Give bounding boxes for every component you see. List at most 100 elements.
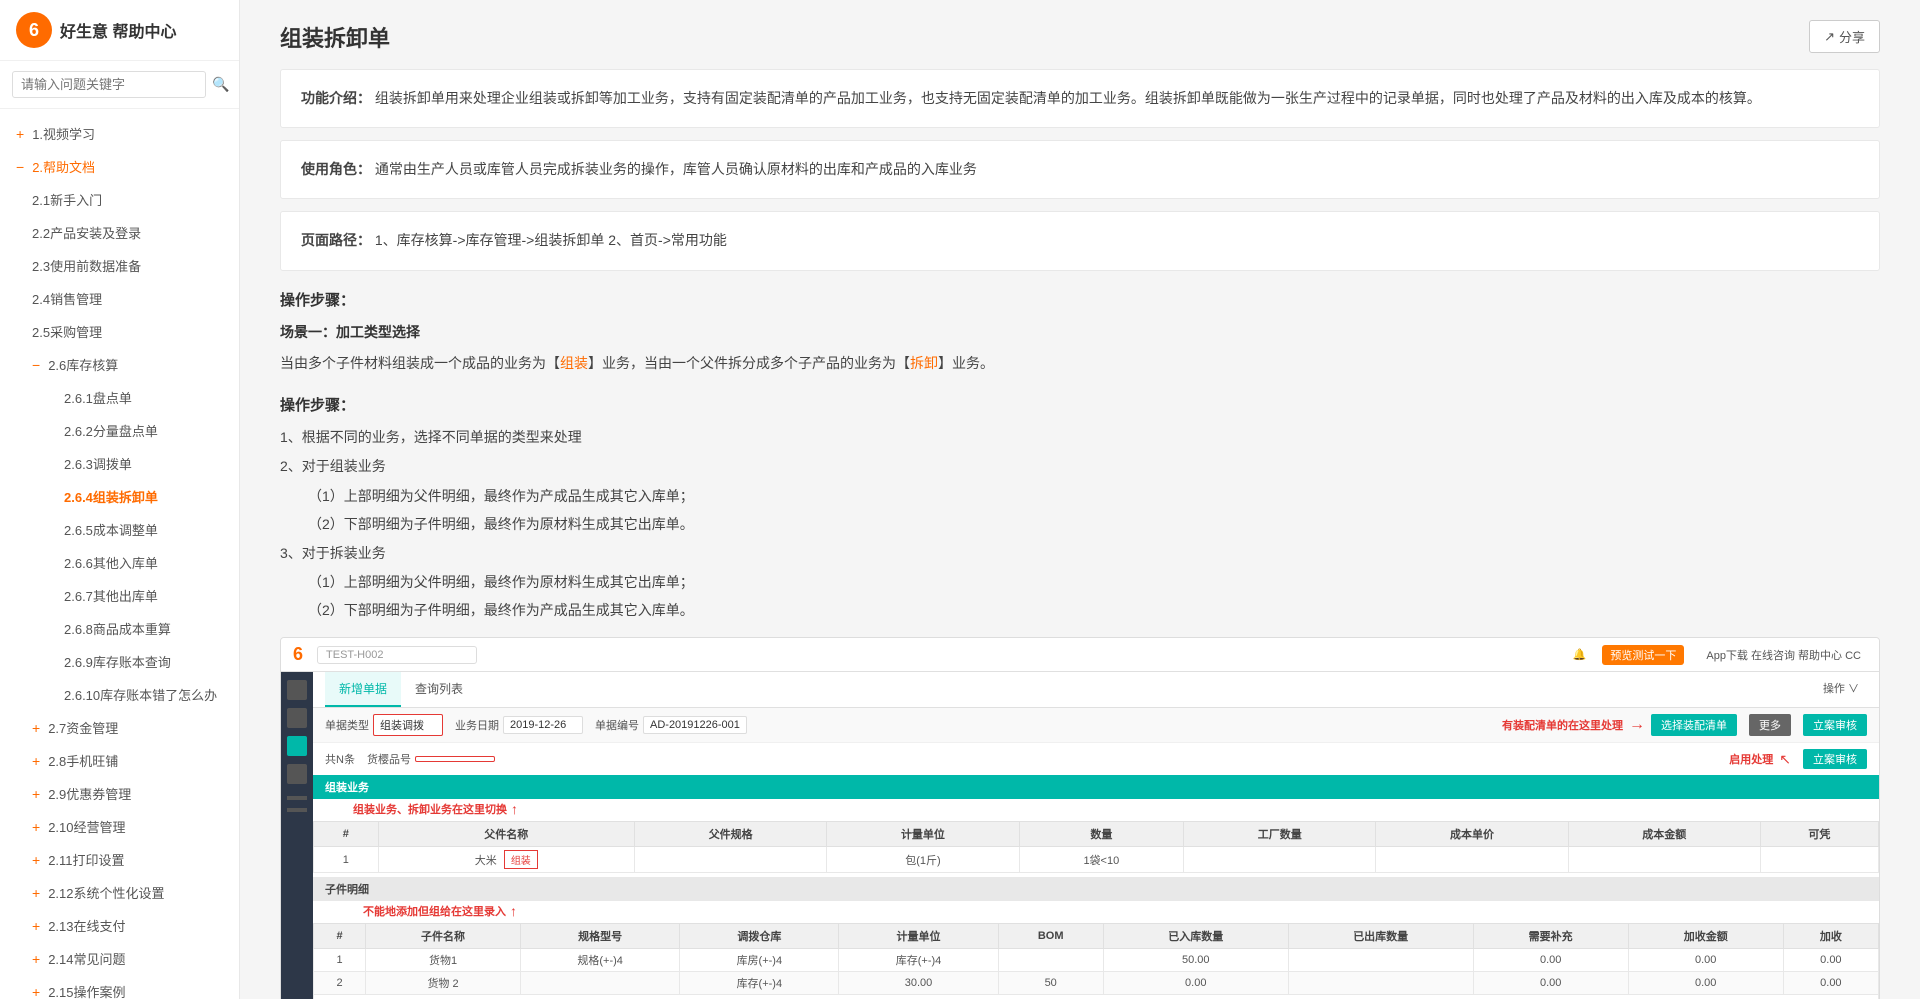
sidebar-item-sales[interactable]: 2.4销售管理 <box>0 282 239 315</box>
mock-annotation4-area: 不能地添加但组给在这里录入 ↑ <box>363 903 517 919</box>
mock-confirm-btn[interactable]: 立案审核 <box>1803 749 1867 769</box>
mock-body: 新增单据 查询列表 操作 ∨ 单据类型 组装调拨 <box>281 672 1879 999</box>
mock-num-value[interactable]: AD-20191226-001 <box>643 716 747 734</box>
step-list: 1、根据不同的业务，选择不同单据的类型来处理 2、对于组装业务 （1）上部明细为… <box>280 425 1880 623</box>
mock-th-amount: 成本金额 <box>1568 822 1760 847</box>
payment-expand-icon: + <box>32 918 40 934</box>
mock-search: TEST-H002 <box>317 646 477 664</box>
sidebar-item-outother[interactable]: 2.6.7其他出库单 <box>16 579 239 612</box>
mock-table1-red-box: 组装 <box>504 850 538 869</box>
path-text: 1、库存核算->库存管理->组装拆卸单 2、首页->常用功能 <box>375 232 727 248</box>
nav-tree: + 1.视频学习 − 2.帮助文档 2.1新手入门 2.2产品安装及登录 2.3… <box>0 109 239 999</box>
intro-text: 组装拆卸单用来处理企业组装或拆卸等加工业务，支持有固定装配清单的产品加工业务，也… <box>375 90 1761 106</box>
path-card: 页面路径： 1、库存核算->库存管理->组装拆卸单 2、首页->常用功能 <box>280 211 1880 270</box>
docs-subnav: 2.1新手入门 2.2产品安装及登录 2.3使用前数据准备 2.4销售管理 2.… <box>0 183 239 999</box>
screenshot-container: 6 TEST-H002 🔔 预览测试一下 App下载 在线咨询 帮助中心 CC <box>280 637 1880 999</box>
sidebar-item-mobile[interactable]: + 2.8手机旺铺 <box>0 744 239 777</box>
mock-topbar: 6 TEST-H002 🔔 预览测试一下 App下载 在线咨询 帮助中心 CC <box>281 638 1879 672</box>
mock-th-price: 成本单价 <box>1376 822 1568 847</box>
mock-t2-r1-collect: 0.00 <box>1783 949 1878 972</box>
system-expand-icon: + <box>32 885 40 901</box>
sidebar-item-inventory[interactable]: − 2.6库存核算 <box>0 348 239 381</box>
sidebar-item-prepare[interactable]: 2.3使用前数据准备 <box>0 249 239 282</box>
cases-expand-icon: + <box>32 984 40 999</box>
sidebar-item-finance[interactable]: + 2.7资金管理 <box>0 711 239 744</box>
step-2-sub1: （1）上部明细为父件明细，最终作为产成品生成其它入库单； <box>308 484 1880 509</box>
mock-table2-header: # 子件名称 规格型号 调拨仓库 计量单位 BOM 已入库数量 已出库数量 需要 <box>314 924 1879 949</box>
coupon-expand-icon: + <box>32 786 40 802</box>
sidebar-item-install[interactable]: 2.2产品安装及登录 <box>0 216 239 249</box>
mock-tab-list[interactable]: 查询列表 <box>401 672 477 707</box>
mock-arrow3: ↖ <box>1779 751 1791 768</box>
sidebar-item-cost[interactable]: 2.6.5成本调整单 <box>16 513 239 546</box>
mock-t2-r1-name: 货物1 <box>366 949 521 972</box>
step-3: 3、对于拆装业务 <box>280 541 1880 566</box>
sidebar-item-inother[interactable]: 2.6.6其他入库单 <box>16 546 239 579</box>
mock-section1-wrapper: 组装业务 组装业务、拆卸业务在这里切换 ↑ <box>313 775 1879 799</box>
mock-sidebar-icons <box>281 672 313 999</box>
mock-th-kp: 可凭 <box>1760 822 1878 847</box>
mock-tab-new[interactable]: 新增单据 <box>325 672 401 707</box>
mock-date-value[interactable]: 2019-12-26 <box>503 716 583 734</box>
mock-t2-r1-unit: 库存(+-)4 <box>839 949 998 972</box>
sidebar-item-newcomer[interactable]: 2.1新手入门 <box>0 183 239 216</box>
mock-table1-wrapper: # 父件名称 父件规格 计量单位 数量 工厂数量 成本单价 成本金额 可凭 <box>313 799 1879 873</box>
mock-field-num: 单据编号 AD-20191226-001 <box>595 716 747 734</box>
sidebar-item-payment[interactable]: + 2.13在线支付 <box>0 909 239 942</box>
mock-type-value[interactable]: 组装调拨 <box>373 714 443 736</box>
sidebar-item-stocktake2[interactable]: 2.6.2分量盘点单 <box>16 414 239 447</box>
mock-t2-h4: 计量单位 <box>839 924 998 949</box>
mock-arrow4: ↑ <box>510 903 517 919</box>
mock-t2-h0: # <box>314 924 366 949</box>
collapse-icon: − <box>16 159 24 175</box>
mock-icon-active <box>287 736 307 756</box>
mock-annotation2-text: 组装业务、拆卸业务在这里切换 <box>353 801 507 817</box>
mock-table1-row1: 1 大米 组装 包(1斤) 1袋<10 <box>314 847 1879 873</box>
mock-type-label: 单据类型 <box>325 717 369 733</box>
sidebar-item-ops[interactable]: + 2.10经营管理 <box>0 810 239 843</box>
mock-table2-row3 <box>314 995 1879 999</box>
mock-td-amount <box>1568 847 1760 873</box>
mock-td-idx: 1 <box>314 847 379 873</box>
mock-t2-h9: 加收金额 <box>1628 924 1783 949</box>
mock-t2-r2-spec <box>521 972 680 995</box>
sidebar-item-cases[interactable]: + 2.15操作案例 <box>0 975 239 999</box>
mock-more-btn[interactable]: 更多 <box>1749 714 1791 736</box>
mock-t2-r1-idx: 1 <box>314 949 366 972</box>
mock-field-search: 货樱品号 <box>367 751 495 767</box>
mock-t2-r1-wh: 库房(+-)4 <box>680 949 839 972</box>
mock-t2-r1-bom <box>998 949 1103 972</box>
mock-action-btn[interactable]: 立案审核 <box>1803 714 1867 736</box>
sidebar-item-adjust[interactable]: 2.6.3调拨单 <box>16 447 239 480</box>
step-2: 2、对于组装业务 <box>280 454 1880 479</box>
share-button[interactable]: ↗ 分享 <box>1809 20 1880 53</box>
mock-t2-r2-unit: 30.00 <box>839 972 998 995</box>
mock-th-name: 父件名称 <box>378 822 635 847</box>
sidebar-item-stocktake[interactable]: 2.6.1盘点单 <box>16 381 239 414</box>
step-2-sub2: （2）下部明细为子件明细，最终作为原材料生成其它出库单。 <box>308 512 1880 537</box>
mock-select-btn[interactable]: 选择装配清单 <box>1651 714 1737 736</box>
mock-annotation1-text: 有装配清单的在这里处理 <box>1502 717 1623 733</box>
search-button[interactable]: 🔍 <box>206 72 235 97</box>
mock-content: 新增单据 查询列表 操作 ∨ 单据类型 组装调拨 <box>313 672 1879 999</box>
sidebar-item-ledger[interactable]: 2.6.9库存账本查询 <box>16 645 239 678</box>
scene1-desc: 当由多个子件材料组装成一个成品的业务为【组装】业务，当由一个父件拆分成多个子产品… <box>280 350 1880 377</box>
search-input[interactable] <box>12 71 206 98</box>
mock-td-kp <box>1760 847 1878 873</box>
sidebar-item-video[interactable]: + 1.视频学习 <box>0 117 239 150</box>
mock-section2-wrapper: 子件明细 不能地添加但组给在这里录入 ↑ <box>313 877 1879 901</box>
sidebar-item-coupon[interactable]: + 2.9优惠券管理 <box>0 777 239 810</box>
sidebar-item-print[interactable]: + 2.11打印设置 <box>0 843 239 876</box>
sidebar-item-system[interactable]: + 2.12系统个性化设置 <box>0 876 239 909</box>
sidebar-item-docs[interactable]: − 2.帮助文档 <box>0 150 239 183</box>
mock-field-value[interactable] <box>415 756 495 762</box>
sidebar-item-wrong[interactable]: 2.6.10库存账本错了怎么办 <box>16 678 239 711</box>
mock-preview-btn[interactable]: 预览测试一下 <box>1602 645 1684 665</box>
sidebar-item-purchase[interactable]: 2.5采购管理 <box>0 315 239 348</box>
sidebar-item-goodscost[interactable]: 2.6.8商品成本重算 <box>16 612 239 645</box>
sidebar-item-assembly[interactable]: 2.6.4组装拆卸单 <box>16 480 239 513</box>
mock-icon-4 <box>287 796 307 800</box>
sidebar-item-faq[interactable]: + 2.14常见问题 <box>0 942 239 975</box>
mock-th-num: # <box>314 822 379 847</box>
mock-annotation4-text: 不能地添加但组给在这里录入 <box>363 903 506 919</box>
